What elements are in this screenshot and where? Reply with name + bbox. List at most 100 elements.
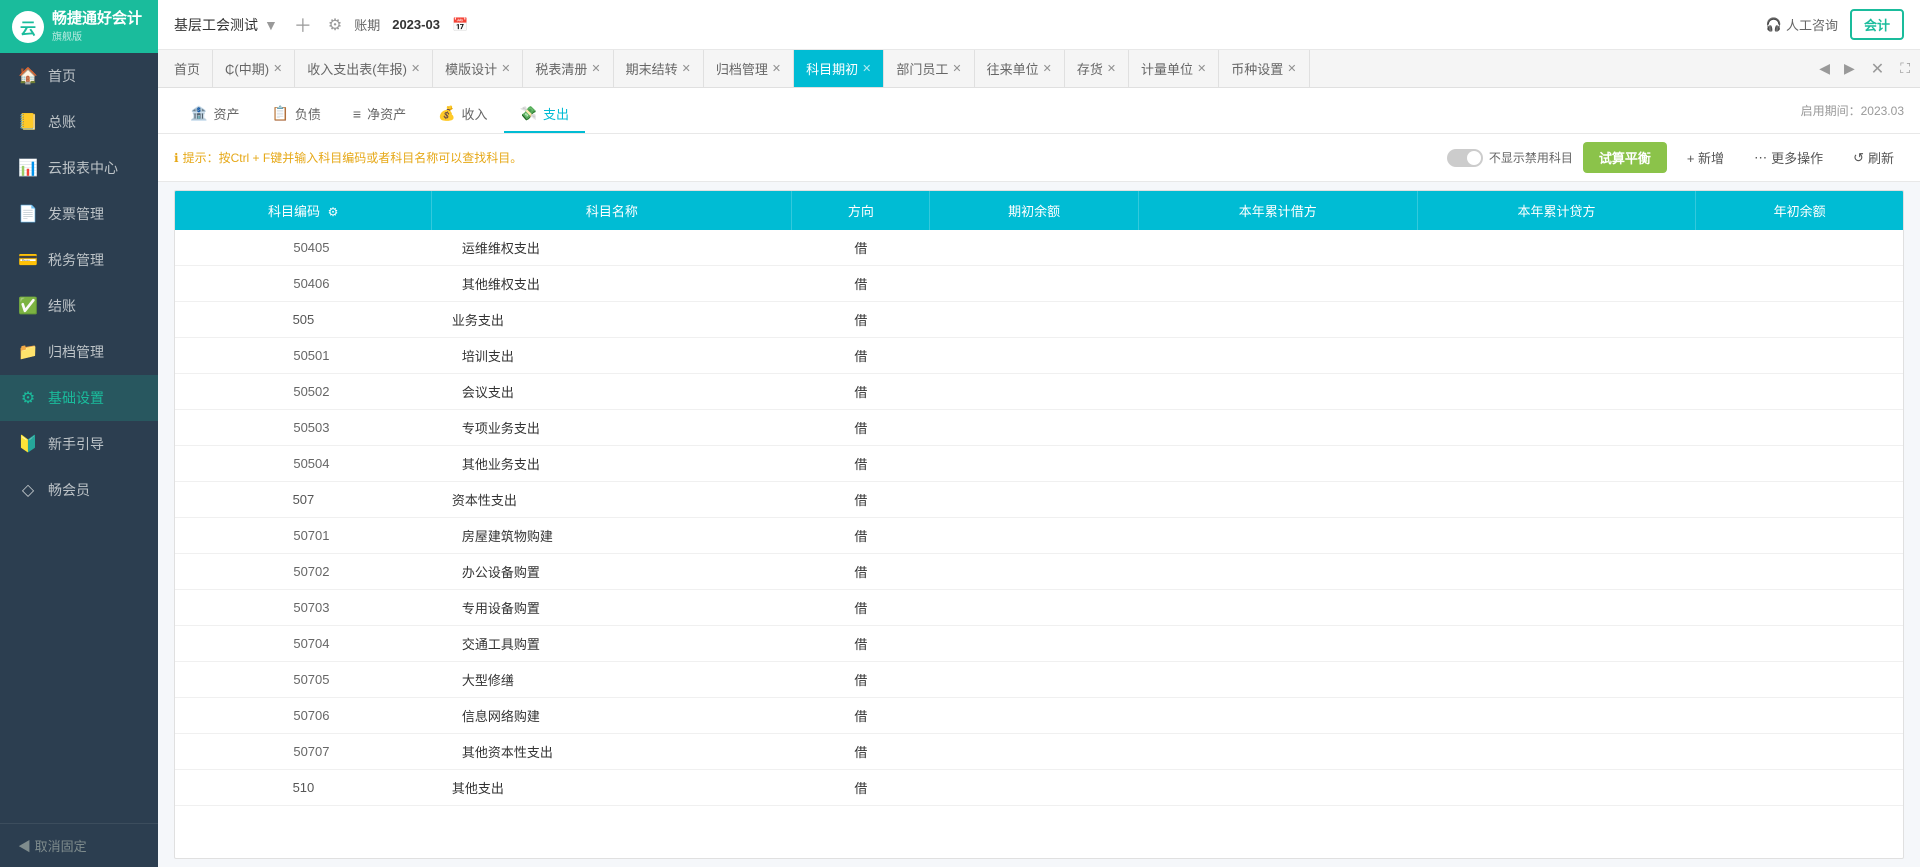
archive-icon: 📁 bbox=[18, 342, 38, 362]
table-row[interactable]: 505 业务支出 借 bbox=[175, 302, 1903, 338]
balance-button[interactable]: 试算平衡 bbox=[1583, 142, 1667, 173]
table-row[interactable]: 50501 培训支出 借 bbox=[175, 338, 1903, 374]
table-row[interactable]: 50502 会议支出 借 bbox=[175, 374, 1903, 410]
sidebar-item-member[interactable]: ◇ 畅会员 bbox=[0, 467, 158, 513]
tab-close-icon[interactable]: ✕ bbox=[682, 62, 691, 75]
tab-bar: 首页 ₵(中期) ✕ 收入支出表(年报) ✕ 模版设计 ✕ 税表清册 ✕ 期末结… bbox=[158, 50, 1920, 88]
sub-tab-income[interactable]: 💰 收入 bbox=[422, 96, 503, 133]
tab-close-icon[interactable]: ✕ bbox=[772, 62, 781, 75]
cell-opening bbox=[1696, 662, 1903, 698]
sidebar-item-ledger[interactable]: 📒 总账 bbox=[0, 99, 158, 145]
sidebar-item-settings[interactable]: ⚙ 基础设置 bbox=[0, 375, 158, 421]
tab-close-icon[interactable]: ✕ bbox=[862, 62, 871, 75]
settings-gear-icon[interactable]: ⚙ bbox=[328, 15, 342, 35]
cell-opening bbox=[1696, 374, 1903, 410]
cell-direction: 借 bbox=[792, 554, 930, 590]
add-tab-button[interactable]: ＋ bbox=[290, 8, 316, 42]
tab-period-close[interactable]: 期末结转 ✕ bbox=[614, 50, 704, 87]
table-row[interactable]: 50707 其他资本性支出 借 bbox=[175, 734, 1903, 770]
table-row[interactable]: 50703 专用设备购置 借 bbox=[175, 590, 1903, 626]
tab-next-icon[interactable]: ▶ bbox=[1838, 56, 1861, 81]
sidebar-item-archive[interactable]: 📁 归档管理 bbox=[0, 329, 158, 375]
tab-close-icon[interactable]: ✕ bbox=[1287, 62, 1296, 75]
sidebar-item-invoice[interactable]: 📄 发票管理 bbox=[0, 191, 158, 237]
more-button[interactable]: ⋯ 更多操作 bbox=[1744, 142, 1833, 173]
tab-tax-clear[interactable]: 税表清册 ✕ bbox=[523, 50, 613, 87]
table-row[interactable]: 50702 办公设备购置 借 bbox=[175, 554, 1903, 590]
cell-code: 50701 bbox=[175, 518, 432, 554]
consult-button[interactable]: 🎧 人工咨询 bbox=[1766, 15, 1838, 34]
tab-inventory[interactable]: 存货 ✕ bbox=[1065, 50, 1129, 87]
col-settings-icon[interactable] bbox=[324, 205, 339, 219]
calendar-icon[interactable]: 📅 bbox=[452, 17, 468, 33]
ledger-icon: 📒 bbox=[18, 112, 38, 132]
tab-bar-expand-icon[interactable]: ⛶ bbox=[1894, 56, 1916, 81]
sub-tab-expenditure[interactable]: 💸 支出 bbox=[504, 96, 585, 133]
cell-balance bbox=[930, 410, 1138, 446]
disable-toggle[interactable] bbox=[1447, 149, 1483, 167]
cell-balance bbox=[930, 266, 1138, 302]
tab-currency[interactable]: 币种设置 ✕ bbox=[1219, 50, 1309, 87]
sidebar-item-tax[interactable]: 💳 税务管理 bbox=[0, 237, 158, 283]
cell-code: 510 bbox=[175, 770, 432, 806]
cell-opening bbox=[1696, 230, 1903, 266]
tab-prev-icon[interactable]: ◀ bbox=[1813, 56, 1836, 81]
tab-close-icon[interactable]: ✕ bbox=[952, 62, 961, 75]
table-row[interactable]: 50503 专项业务支出 借 bbox=[175, 410, 1903, 446]
table-row[interactable]: 50405 运维维权支出 借 bbox=[175, 230, 1903, 266]
table-row[interactable]: 50705 大型修缮 借 bbox=[175, 662, 1903, 698]
table-row[interactable]: 50504 其他业务支出 借 bbox=[175, 446, 1903, 482]
sidebar-item-settings-label: 基础设置 bbox=[48, 388, 104, 408]
tab-bar-close-icon[interactable]: ✕ bbox=[1863, 55, 1892, 83]
cell-ytd-credit bbox=[1417, 554, 1696, 590]
refresh-button[interactable]: ↺ 刷新 bbox=[1843, 142, 1904, 173]
sub-tab-liability[interactable]: 📋 负债 bbox=[255, 96, 336, 133]
tab-income-report[interactable]: 收入支出表(年报) ✕ bbox=[295, 50, 433, 87]
sub-tab-liability-label: 负债 bbox=[295, 104, 321, 123]
company-selector[interactable]: 基层工会测试 ▼ bbox=[174, 15, 278, 35]
tab-unit[interactable]: 计量单位 ✕ bbox=[1129, 50, 1219, 87]
info-icon: ℹ bbox=[174, 151, 179, 165]
tab-close-icon[interactable]: ✕ bbox=[273, 62, 282, 75]
tab-home[interactable]: 首页 bbox=[162, 50, 213, 87]
cell-ytd-debit bbox=[1138, 410, 1417, 446]
tab-archive-mgmt[interactable]: 归档管理 ✕ bbox=[704, 50, 794, 87]
tab-close-icon[interactable]: ✕ bbox=[501, 62, 510, 75]
sidebar-collapse-btn[interactable]: ◀ 取消固定 bbox=[0, 823, 158, 867]
toggle-label: 不显示禁用科目 bbox=[1489, 149, 1573, 166]
sidebar-item-reports[interactable]: 📊 云报表中心 bbox=[0, 145, 158, 191]
tab-close-icon[interactable]: ✕ bbox=[591, 62, 600, 75]
tab-close-icon[interactable]: ✕ bbox=[1107, 62, 1116, 75]
sub-tab-net-asset[interactable]: ≡ 净资产 bbox=[337, 96, 422, 133]
cell-name: 办公设备购置 bbox=[432, 554, 792, 590]
col-opening: 年初余额 bbox=[1696, 191, 1903, 230]
account-button[interactable]: 会计 bbox=[1850, 9, 1904, 40]
table-row[interactable]: 50706 信息网络购建 借 bbox=[175, 698, 1903, 734]
tab-template[interactable]: 模版设计 ✕ bbox=[433, 50, 523, 87]
tab-close-icon[interactable]: ✕ bbox=[1043, 62, 1052, 75]
sub-tab-asset[interactable]: 🏦 资产 bbox=[174, 96, 255, 133]
cell-name: 培训支出 bbox=[432, 338, 792, 374]
cell-direction: 借 bbox=[792, 698, 930, 734]
add-button[interactable]: + 新增 bbox=[1677, 142, 1734, 173]
tab-close-icon[interactable]: ✕ bbox=[1197, 62, 1206, 75]
cell-opening bbox=[1696, 266, 1903, 302]
cell-opening bbox=[1696, 554, 1903, 590]
tab-contacts[interactable]: 往来单位 ✕ bbox=[975, 50, 1065, 87]
sidebar-item-home[interactable]: 🏠 首页 bbox=[0, 53, 158, 99]
tab-unit-label: 计量单位 bbox=[1141, 59, 1193, 78]
sidebar-item-guide[interactable]: 🔰 新手引导 bbox=[0, 421, 158, 467]
table-row[interactable]: 50701 房屋建筑物购建 借 bbox=[175, 518, 1903, 554]
cell-opening bbox=[1696, 410, 1903, 446]
table-row[interactable]: 50704 交通工具购置 借 bbox=[175, 626, 1903, 662]
table-row[interactable]: 507 资本性支出 借 bbox=[175, 482, 1903, 518]
table-row[interactable]: 50406 其他维权支出 借 bbox=[175, 266, 1903, 302]
cell-ytd-debit bbox=[1138, 770, 1417, 806]
sidebar-item-close[interactable]: ✅ 结账 bbox=[0, 283, 158, 329]
table-row[interactable]: 510 其他支出 借 bbox=[175, 770, 1903, 806]
tab-period-report[interactable]: ₵(中期) ✕ bbox=[213, 50, 295, 87]
cell-ytd-credit bbox=[1417, 662, 1696, 698]
tab-close-icon[interactable]: ✕ bbox=[411, 62, 420, 75]
tab-subject-init[interactable]: 科目期初 ✕ bbox=[794, 50, 884, 87]
tab-department[interactable]: 部门员工 ✕ bbox=[884, 50, 974, 87]
